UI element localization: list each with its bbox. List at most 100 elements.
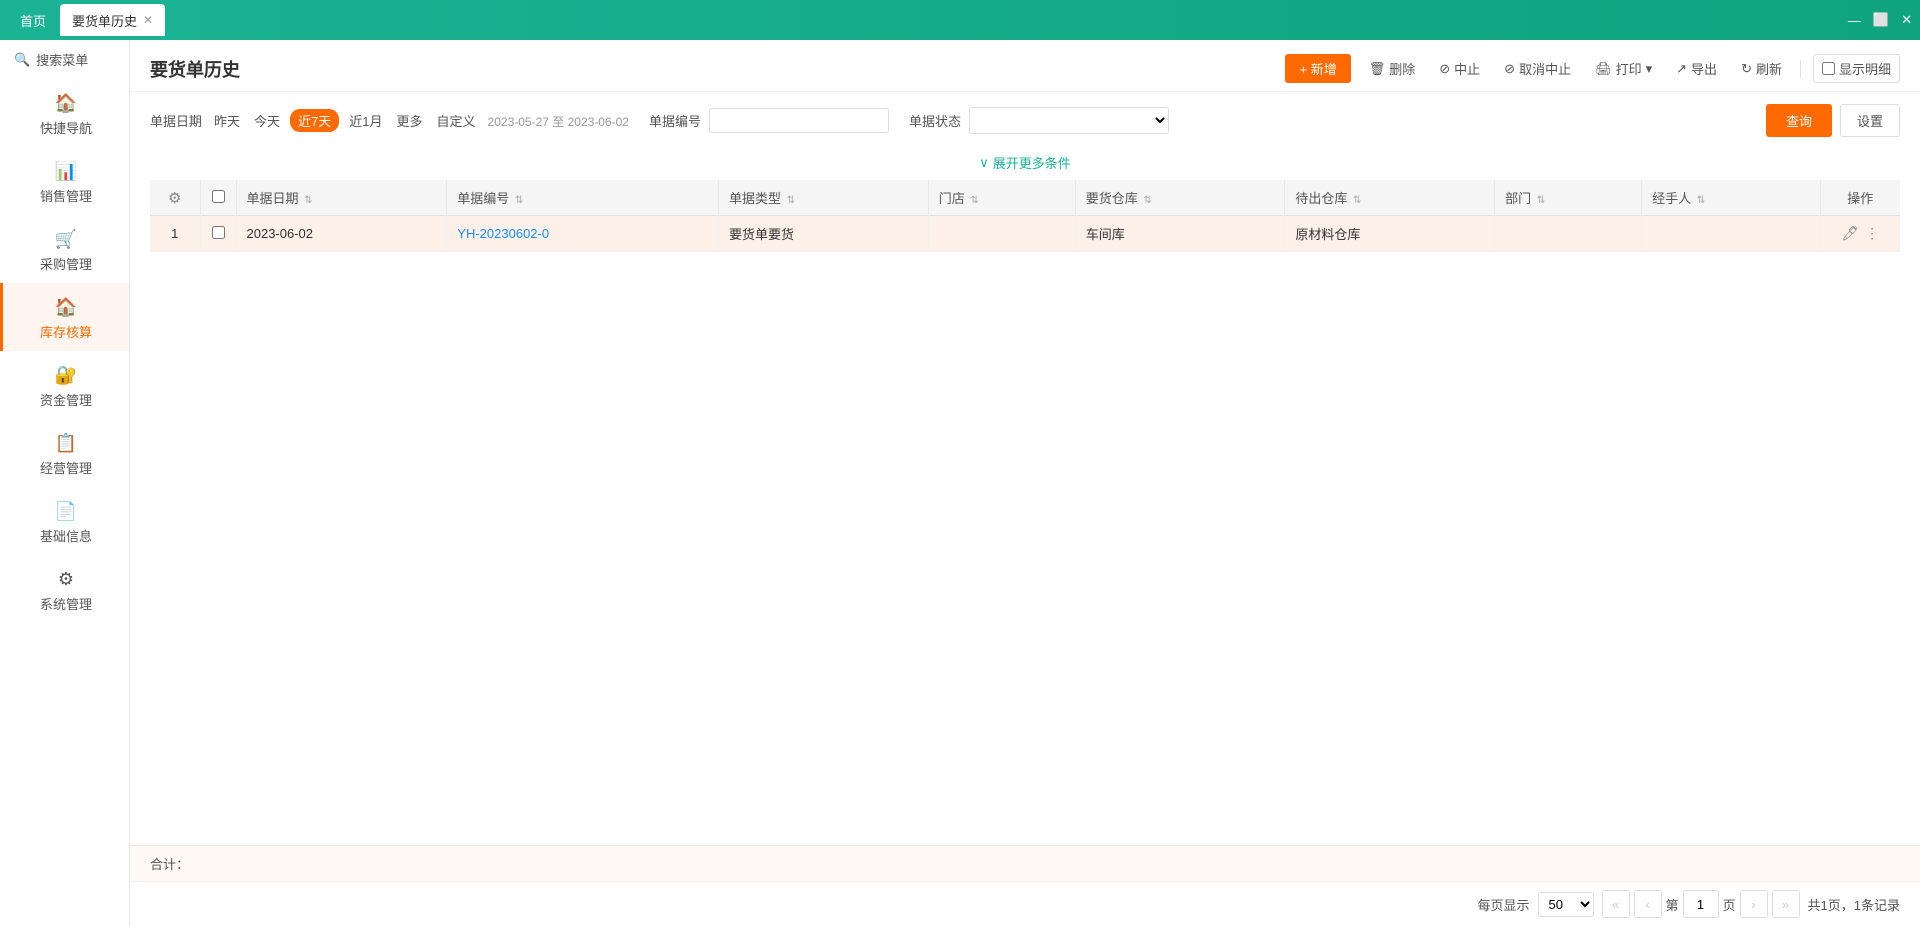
finance-icon: 🔐	[55, 365, 77, 386]
page-title: 要货单历史	[150, 56, 240, 82]
per-page-select[interactable]: 20 50 100	[1538, 892, 1594, 917]
shortcut-yesterday[interactable]: 昨天	[210, 109, 244, 132]
col-store-sort-icon[interactable]: ⇅	[970, 195, 978, 206]
per-page-label: 每页显示	[1477, 895, 1529, 914]
sidebar-item-inventory-label: 库存核算	[40, 322, 92, 341]
row-edit-icon[interactable]: 🖊	[1841, 225, 1859, 242]
stop-button[interactable]: ⊘ 中止	[1433, 55, 1486, 82]
window-close-btn[interactable]: ✕	[1901, 12, 1912, 28]
sidebar: 🔍 搜索菜单 🏠 快捷导航 📊 销售管理 🛒 采购管理 🏠 库存核算 🔐 资金管…	[0, 40, 130, 926]
new-button[interactable]: + 新增	[1285, 54, 1350, 83]
sidebar-item-inventory[interactable]: 🏠 库存核算	[0, 283, 129, 351]
col-handler-sort-icon[interactable]: ⇅	[1697, 195, 1705, 206]
display-detail-checkbox[interactable]	[1822, 62, 1835, 75]
col-dept-label: 部门	[1505, 191, 1531, 206]
sidebar-search-label: 搜索菜单	[36, 50, 88, 69]
content-area: 要货单历史 + 新增 🗑 删除 ⊘ 中止 ⊘ 取消中止 🖨	[130, 40, 1920, 926]
status-label: 单据状态	[909, 111, 961, 130]
shortcut-1month[interactable]: 近1月	[345, 109, 386, 132]
shortcut-7days[interactable]: 近7天	[290, 109, 339, 132]
date-range-display: 2023-05-27 至 2023-06-02	[488, 111, 629, 130]
cancel-stop-icon: ⊘	[1504, 61, 1515, 77]
table-area: ⚙ 单据日期 ⇅ 单据编号 ⇅	[130, 180, 1920, 845]
sidebar-item-purchase-label: 采购管理	[40, 254, 92, 273]
settings-button[interactable]: 设置	[1840, 104, 1900, 137]
delete-button[interactable]: 🗑 删除	[1363, 55, 1422, 82]
page-nav: « ‹ 第 页 › »	[1602, 890, 1800, 918]
table-footer: 合计：	[130, 845, 1920, 881]
page-total: 共1页，1条记录	[1808, 895, 1900, 914]
top-bar-controls: — ⬜ ✕	[1848, 12, 1912, 28]
print-button-label: 打印	[1616, 59, 1642, 78]
first-page-btn[interactable]: «	[1602, 890, 1630, 918]
page-number-input[interactable]	[1683, 890, 1719, 918]
display-detail-button[interactable]: 显示明细	[1813, 54, 1900, 83]
new-button-label: + 新增	[1299, 59, 1336, 78]
bill-no-link[interactable]: YH-20230602-0	[457, 226, 549, 241]
date-range-text: 2023-05-27 至 2023-06-02	[488, 113, 629, 130]
quick-nav-icon: 🏠	[55, 93, 77, 114]
date-filter-label: 单据日期	[150, 111, 202, 130]
prev-page-btn[interactable]: ‹	[1634, 890, 1662, 918]
bill-no-input[interactable]	[709, 108, 889, 133]
sidebar-item-finance-label: 资金管理	[40, 390, 92, 409]
col-pending-warehouse-sort-icon[interactable]: ⇅	[1353, 195, 1361, 206]
col-bill-type-sort-icon[interactable]: ⇅	[787, 195, 795, 206]
status-select[interactable]	[969, 107, 1169, 134]
page-header: 要货单历史 + 新增 🗑 删除 ⊘ 中止 ⊘ 取消中止 🖨	[130, 40, 1920, 92]
col-date-label: 单据日期	[247, 191, 299, 206]
col-bill-type-header: 单据类型 ⇅	[719, 180, 929, 216]
col-dept-sort-icon[interactable]: ⇅	[1537, 195, 1545, 206]
sidebar-item-system-label: 系统管理	[40, 594, 92, 613]
sidebar-item-finance[interactable]: 🔐 资金管理	[0, 351, 129, 419]
footer-total-label: 合计：	[150, 854, 189, 873]
col-bill-type-label: 单据类型	[729, 191, 781, 206]
col-req-warehouse-sort-icon[interactable]: ⇅	[1143, 195, 1151, 206]
sidebar-item-operations[interactable]: 📋 经营管理	[0, 419, 129, 487]
tab-requisition-history[interactable]: 要货单历史 ✕	[60, 4, 165, 36]
row-more-icon[interactable]: ⋮	[1865, 225, 1879, 242]
shortcut-today[interactable]: 今天	[250, 109, 284, 132]
table-settings-icon[interactable]: ⚙	[168, 190, 181, 207]
sidebar-search[interactable]: 🔍 搜索菜单	[0, 40, 129, 79]
col-date-sort-icon[interactable]: ⇅	[304, 195, 312, 206]
stop-icon: ⊘	[1439, 61, 1450, 77]
last-page-btn[interactable]: »	[1772, 890, 1800, 918]
window-minimize-btn[interactable]: —	[1848, 13, 1861, 28]
page-label: 第	[1666, 895, 1679, 914]
stop-button-label: 中止	[1454, 59, 1480, 78]
bill-no-filter-group: 单据编号	[649, 108, 889, 133]
col-check-header	[200, 180, 236, 216]
print-button[interactable]: 🖨 打印 ▾	[1589, 55, 1658, 82]
refresh-button[interactable]: ↻ 刷新	[1735, 55, 1788, 82]
tab-requisition-history-label: 要货单历史	[72, 11, 137, 30]
sidebar-item-quick-nav[interactable]: 🏠 快捷导航	[0, 79, 129, 147]
requisition-table: ⚙ 单据日期 ⇅ 单据编号 ⇅	[150, 180, 1900, 252]
query-button[interactable]: 查询	[1766, 104, 1832, 137]
tab-close-icon[interactable]: ✕	[143, 13, 153, 27]
shortcut-custom[interactable]: 自定义	[433, 109, 480, 132]
print-icon: 🖨	[1595, 61, 1612, 77]
next-page-btn[interactable]: ›	[1740, 890, 1768, 918]
system-icon: ⚙	[58, 569, 74, 590]
col-pending-warehouse-label: 待出仓库	[1295, 191, 1347, 206]
delete-icon: 🗑	[1369, 61, 1386, 77]
window-maximize-btn[interactable]: ⬜	[1873, 12, 1889, 28]
cancel-stop-button-label: 取消中止	[1519, 59, 1571, 78]
cancel-stop-button[interactable]: ⊘ 取消中止	[1498, 55, 1577, 82]
sidebar-item-basic-info[interactable]: 📄 基础信息	[0, 487, 129, 555]
row-check[interactable]	[200, 216, 236, 252]
row-action: 🖊 ⋮	[1820, 216, 1900, 252]
refresh-button-label: 刷新	[1756, 59, 1782, 78]
select-all-checkbox[interactable]	[212, 190, 225, 203]
delete-button-label: 删除	[1389, 59, 1415, 78]
shortcut-more[interactable]: 更多	[393, 109, 427, 132]
filter-row-1: 单据日期 昨天 今天 近7天 近1月 更多 自定义 2023-05-27 至 2…	[150, 104, 1900, 137]
export-button[interactable]: ↗ 导出	[1670, 55, 1723, 82]
col-bill-no-sort-icon[interactable]: ⇅	[515, 195, 523, 206]
expand-more-btn[interactable]: ∨ 展开更多条件	[150, 147, 1900, 180]
sidebar-item-sales[interactable]: 📊 销售管理	[0, 147, 129, 215]
sidebar-item-purchase[interactable]: 🛒 采购管理	[0, 215, 129, 283]
sidebar-item-system[interactable]: ⚙ 系统管理	[0, 555, 129, 623]
tab-home[interactable]: 首页	[8, 4, 58, 36]
